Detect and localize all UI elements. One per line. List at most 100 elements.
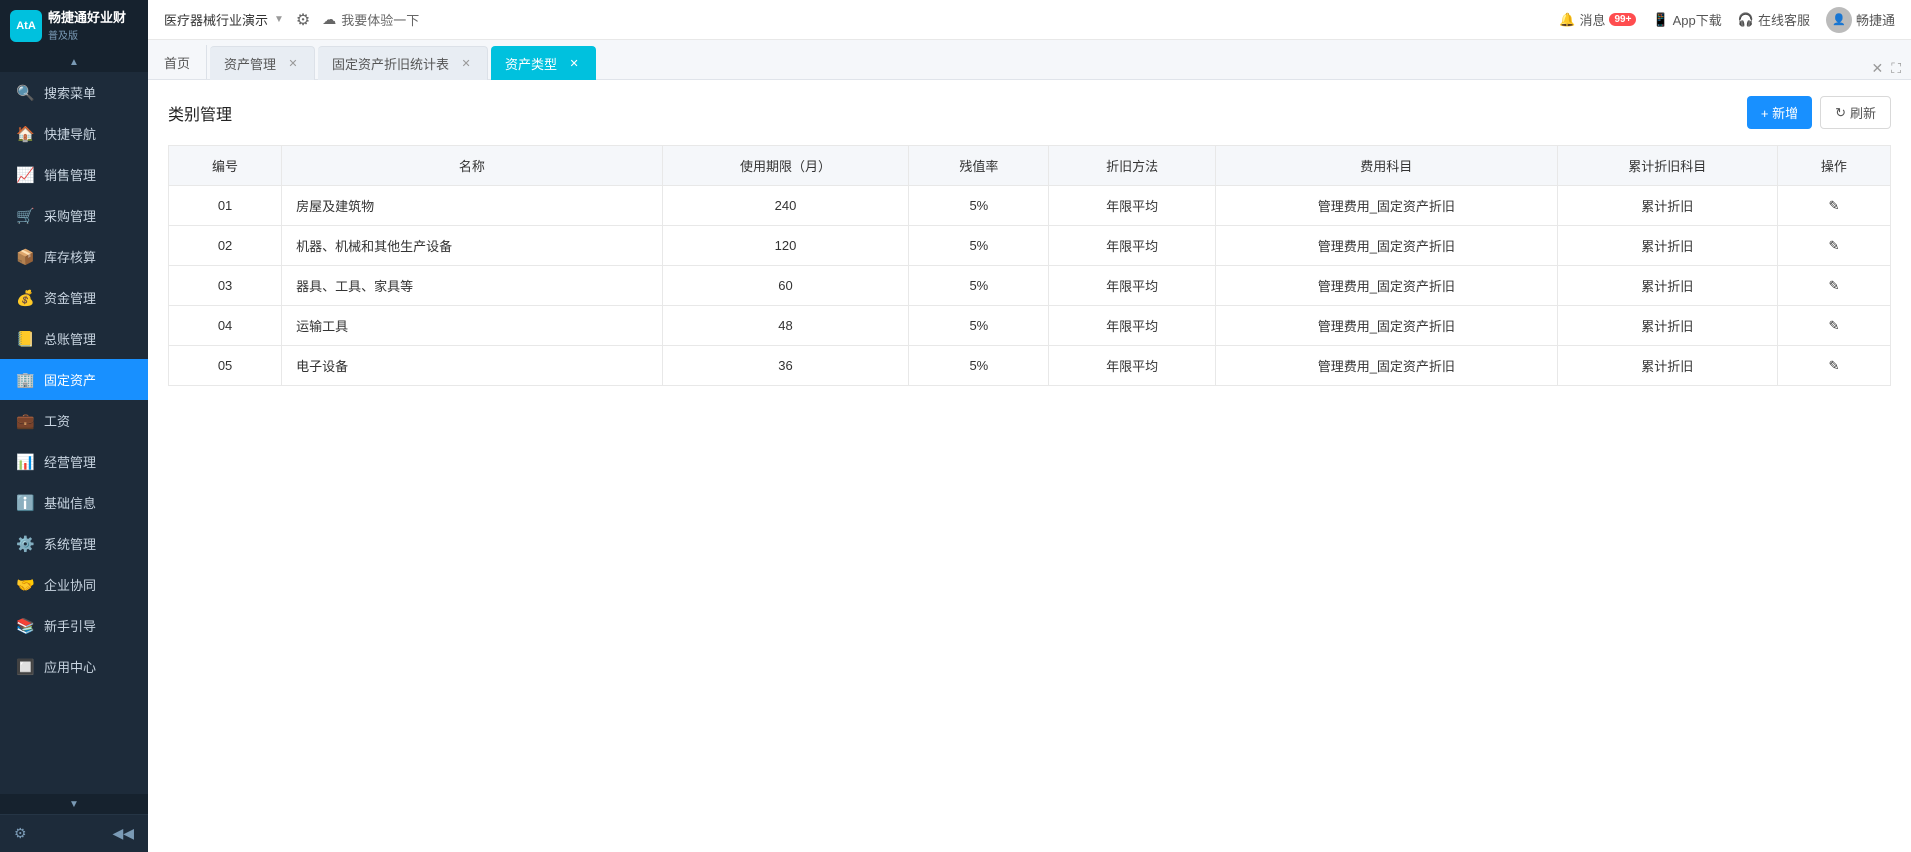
user-label: 畅捷通 — [1856, 10, 1895, 29]
tab-close-icon[interactable]: ✕ — [1869, 58, 1885, 79]
scroll-up-btn[interactable]: ▲ — [0, 52, 148, 72]
guide-icon: 📚 — [16, 617, 34, 635]
sidebar-item-fixed-assets[interactable]: 🏢固定资产 — [0, 359, 148, 400]
sidebar-item-purchase[interactable]: 🛒采购管理 — [0, 195, 148, 236]
sidebar-item-app-center[interactable]: 🔲应用中心 — [0, 646, 148, 687]
refresh-button[interactable]: ↻ 刷新 — [1820, 96, 1891, 129]
sidebar-label-sales: 销售管理 — [44, 165, 96, 184]
table-cell: 5% — [909, 226, 1049, 266]
sidebar-item-inventory[interactable]: 📦库存核算 — [0, 236, 148, 277]
tab-depreciation-stat-close[interactable]: ✕ — [459, 57, 473, 71]
category-table: 编号名称使用期限（月）残值率折旧方法费用科目累计折旧科目操作 01房屋及建筑物2… — [168, 145, 1891, 386]
table-row: 04运输工具485%年限平均管理费用_固定资产折旧累计折旧✎ — [169, 306, 1891, 346]
table-cell: 电子设备 — [282, 346, 662, 386]
sidebar-label-basic-info: 基础信息 — [44, 493, 96, 512]
table-cell[interactable]: ✎ — [1777, 266, 1890, 306]
table-cell[interactable]: ✎ — [1777, 186, 1890, 226]
table-cell: 5% — [909, 306, 1049, 346]
table-cell: 02 — [169, 226, 282, 266]
tab-home[interactable]: 首页 — [148, 45, 207, 79]
table-cell: 累计折旧 — [1557, 306, 1777, 346]
main-area: 医疗器械行业演示 ▼ ⚙ ☁ 我要体验一下 🔔 消息 99+ 📱 App下载 🎧… — [148, 0, 1911, 852]
table-row: 05电子设备365%年限平均管理费用_固定资产折旧累计折旧✎ — [169, 346, 1891, 386]
table-cell: 累计折旧 — [1557, 226, 1777, 266]
quick-nav-icon: 🏠 — [16, 125, 34, 143]
table-cell: 管理费用_固定资产折旧 — [1215, 226, 1557, 266]
sidebar-label-guide: 新手引导 — [44, 616, 96, 635]
table-cell: 120 — [662, 226, 909, 266]
table-cell[interactable]: ✎ — [1777, 306, 1890, 346]
table-cell: 运输工具 — [282, 306, 662, 346]
topbar-right: 🔔 消息 99+ 📱 App下载 🎧 在线客服 👤 畅捷通 — [1559, 7, 1895, 33]
sidebar-item-capital[interactable]: 💰资金管理 — [0, 277, 148, 318]
sidebar-item-operations[interactable]: 📊经营管理 — [0, 441, 148, 482]
tab-asset-type-close[interactable]: ✕ — [567, 57, 581, 71]
table-cell: 年限平均 — [1049, 346, 1216, 386]
headset-icon: 🎧 — [1738, 12, 1754, 28]
logo-icon: AtA — [10, 10, 42, 42]
tab-depreciation-stat[interactable]: 固定资产折旧统计表 ✕ — [318, 46, 488, 80]
sales-icon: 📈 — [16, 166, 34, 184]
table-cell: 年限平均 — [1049, 226, 1216, 266]
settings-bottom-icon[interactable]: ⚙ — [14, 825, 27, 842]
sidebar-item-enterprise[interactable]: 🤝企业协同 — [0, 564, 148, 605]
sidebar-item-salary[interactable]: 💼工资 — [0, 400, 148, 441]
purchase-icon: 🛒 — [16, 207, 34, 225]
table-cell: 房屋及建筑物 — [282, 186, 662, 226]
collapse-icon[interactable]: ◀◀ — [112, 825, 134, 842]
system-icon: ⚙️ — [16, 535, 34, 553]
experience-icon: ☁ — [322, 11, 336, 28]
refresh-icon: ↻ — [1835, 105, 1846, 121]
app-download-btn[interactable]: 📱 App下载 — [1652, 10, 1721, 29]
sidebar-label-ledger: 总账管理 — [44, 329, 96, 348]
new-button[interactable]: + 新增 — [1747, 96, 1812, 129]
customer-service-btn[interactable]: 🎧 在线客服 — [1738, 10, 1810, 29]
col-header: 累计折旧科目 — [1557, 146, 1777, 186]
company-selector[interactable]: 医疗器械行业演示 ▼ — [164, 10, 284, 29]
notifications-label: 消息 — [1579, 10, 1605, 29]
tab-asset-mgmt-close[interactable]: ✕ — [286, 57, 300, 71]
sidebar-label-enterprise: 企业协同 — [44, 575, 96, 594]
table-cell[interactable]: ✎ — [1777, 226, 1890, 266]
table-cell: 5% — [909, 346, 1049, 386]
sidebar-item-sales[interactable]: 📈 销售管理 — [0, 154, 148, 195]
customer-service-label: 在线客服 — [1758, 10, 1810, 29]
notifications-badge: 99+ — [1609, 13, 1636, 26]
logo-name: 畅捷通好业财 — [48, 10, 126, 27]
table-cell: 管理费用_固定资产折旧 — [1215, 306, 1557, 346]
sidebar-item-ledger[interactable]: 📒总账管理 — [0, 318, 148, 359]
tabs-bar: 首页 资产管理 ✕ 固定资产折旧统计表 ✕ 资产类型 ✕ ✕ ⛶ — [148, 40, 1911, 80]
user-menu-btn[interactable]: 👤 畅捷通 — [1826, 7, 1895, 33]
table-cell: 管理费用_固定资产折旧 — [1215, 346, 1557, 386]
app-download-label: App下载 — [1673, 10, 1722, 29]
sidebar-item-system[interactable]: ⚙️系统管理 — [0, 523, 148, 564]
page-content: 类别管理 + 新增 ↻ 刷新 编号名称使用期限（月）残值率折旧方法费用科目累计折… — [148, 80, 1911, 852]
table-cell: 04 — [169, 306, 282, 346]
capital-icon: 💰 — [16, 289, 34, 307]
company-name: 医疗器械行业演示 — [164, 10, 268, 29]
table-cell: 年限平均 — [1049, 186, 1216, 226]
table-cell: 累计折旧 — [1557, 186, 1777, 226]
tab-asset-mgmt[interactable]: 资产管理 ✕ — [210, 46, 315, 80]
sidebar-nav: 🔍搜索菜单🏠快捷导航 📈 销售管理 🛒采购管理📦库存核算💰资金管理📒总账管理🏢固定资产… — [0, 72, 148, 794]
tab-asset-type[interactable]: 资产类型 ✕ — [491, 46, 596, 80]
refresh-label: 刷新 — [1850, 103, 1876, 122]
sidebar-item-quick-nav[interactable]: 🏠快捷导航 — [0, 113, 148, 154]
table-body: 01房屋及建筑物2405%年限平均管理费用_固定资产折旧累计折旧✎02机器、机械… — [169, 186, 1891, 386]
sidebar-item-basic-info[interactable]: ℹ️ 基础信息 — [0, 482, 148, 523]
table-cell[interactable]: ✎ — [1777, 346, 1890, 386]
table-cell: 累计折旧 — [1557, 266, 1777, 306]
sidebar-item-guide[interactable]: 📚 新手引导 — [0, 605, 148, 646]
sidebar-label-search: 搜索菜单 — [44, 83, 96, 102]
tab-expand-icon[interactable]: ⛶ — [1889, 58, 1903, 79]
scroll-down-btn[interactable]: ▼ — [0, 794, 148, 814]
notifications-btn[interactable]: 🔔 消息 99+ — [1559, 10, 1636, 29]
settings-icon[interactable]: ⚙ — [296, 10, 310, 30]
app-logo: AtA 畅捷通好业财 普及版 — [0, 0, 148, 52]
col-header: 操作 — [1777, 146, 1890, 186]
inventory-icon: 📦 — [16, 248, 34, 266]
experience-btn[interactable]: ☁ 我要体验一下 — [322, 10, 419, 29]
basic-info-icon: ℹ️ — [16, 494, 34, 512]
avatar: 👤 — [1826, 7, 1852, 33]
sidebar-item-search[interactable]: 🔍搜索菜单 — [0, 72, 148, 113]
